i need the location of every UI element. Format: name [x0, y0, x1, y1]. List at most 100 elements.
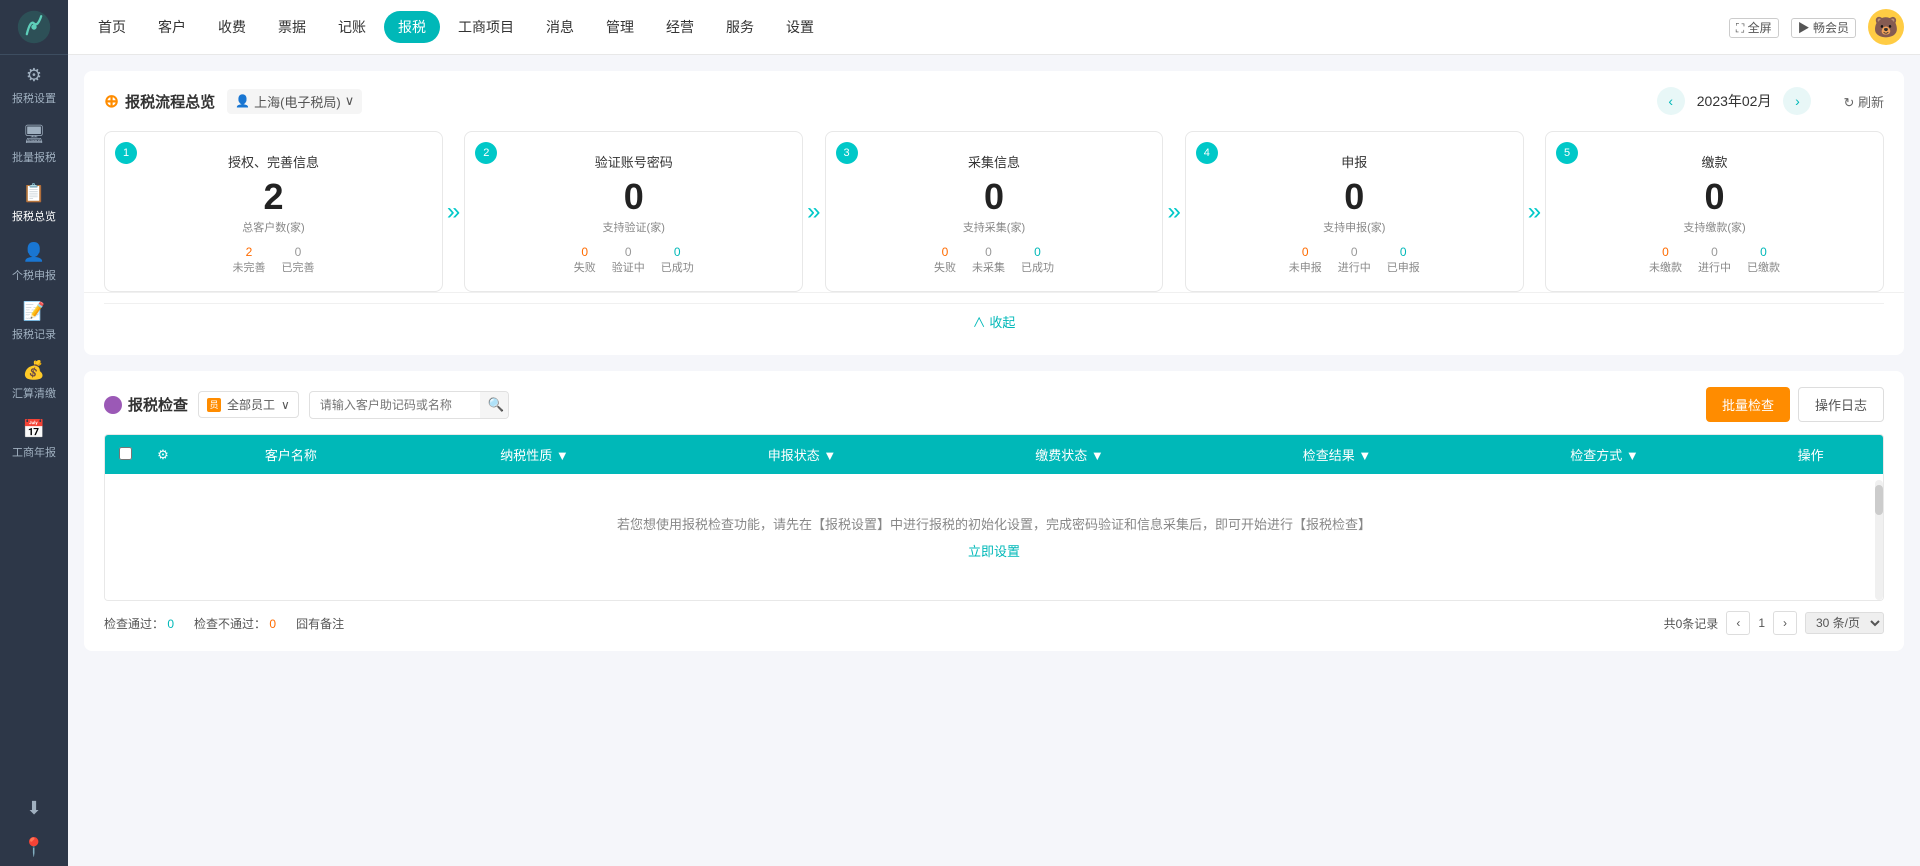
select-all-checkbox[interactable] [119, 447, 132, 460]
tax-check-card: 报税检查 员 全部员工 ∨ 🔍 批量检查 操作日志 [84, 371, 1904, 651]
prev-page-btn[interactable]: ‹ [1726, 611, 1750, 635]
plus-icon: ⊕ [104, 91, 119, 112]
check-table: ⚙ 客户名称 纳税性质 ▼ 申报状态 ▼ 缴费状态 ▼ 检查结果 ▼ 检查方式 … [105, 435, 1883, 600]
filter-icon5[interactable]: ▼ [1626, 448, 1639, 463]
nav-item-customers[interactable]: 客户 [144, 11, 200, 43]
sidebar-item-batch-tax[interactable]: 🖥 批量报税 [8, 114, 60, 173]
nav-item-messages[interactable]: 消息 [532, 11, 588, 43]
fullscreen-btn[interactable]: ⛶ 全屏 [1729, 19, 1779, 36]
step-arrow-4: » [1524, 131, 1545, 292]
nav-item-bizproject[interactable]: 工商项目 [444, 11, 528, 43]
sidebar-logo [0, 0, 68, 55]
next-page-btn[interactable]: › [1773, 611, 1797, 635]
empty-state-cell: 若您想使用报税检查功能，请先在【报税设置】中进行报税的初始化设置，完成密码验证和… [105, 474, 1883, 600]
sidebar-label-tax-overview: 报税总览 [12, 208, 56, 224]
annual-report-icon: 📅 [23, 419, 45, 440]
flow-step-3: 3 采集信息 0 支持采集(家) 0 失败 0 未采集 0 已成功 [825, 131, 1164, 292]
step-big-num-4: 0 [1202, 179, 1507, 215]
step-stats-4: 0 未申报 0 进行中 0 已申报 [1202, 245, 1507, 275]
batch-tax-icon: 🖥 [23, 124, 46, 145]
stat-item[interactable]: 0 进行中 [1698, 245, 1731, 275]
nav-item-settings[interactable]: 设置 [772, 11, 828, 43]
member-btn[interactable]: ▶ 畅会员 [1791, 19, 1856, 36]
sidebar-item-location[interactable]: 📍 [0, 827, 68, 866]
stat-item[interactable]: 0 未缴款 [1649, 245, 1682, 275]
filter-icon4[interactable]: ▼ [1358, 448, 1371, 463]
step-number-3: 3 [836, 142, 858, 164]
arrow-right-icon: » [1167, 198, 1180, 226]
stat-item[interactable]: 0 已成功 [1021, 245, 1054, 275]
stat-item[interactable]: 0 已成功 [661, 245, 694, 275]
refresh-btn[interactable]: ↻ 刷新 [1843, 92, 1884, 111]
header-row: ⚙ 客户名称 纳税性质 ▼ 申报状态 ▼ 缴费状态 ▼ 检查结果 ▼ 检查方式 … [105, 435, 1883, 474]
location-selector[interactable]: 👤 上海(电子税局) ∨ [227, 89, 362, 114]
nav-items: 首页客户收费票据记账报税工商项目消息管理经营服务设置 [84, 11, 828, 43]
current-month: 2023年02月 [1697, 91, 1772, 111]
setup-link[interactable]: 立即设置 [125, 541, 1863, 560]
sidebar-label-personal-tax: 个税申报 [12, 267, 56, 283]
nav-item-operations[interactable]: 经营 [652, 11, 708, 43]
empty-state-row: 若您想使用报税检查功能，请先在【报税设置】中进行报税的初始化设置，完成密码验证和… [105, 474, 1883, 600]
sidebar-items: ⚙ 报税设置 🖥 批量报税 📋 报税总览 👤 个税申报 📝 报税记录 💰 汇算清… [8, 55, 60, 468]
employee-icon: 员 [207, 398, 221, 412]
stat-item[interactable]: 0 已缴款 [1747, 245, 1780, 275]
sidebar-item-annual-report[interactable]: 📅 工商年报 [8, 409, 60, 468]
step-sub-5: 支持缴款(家) [1562, 219, 1867, 235]
col-customer-name: 客户名称 [181, 435, 401, 474]
stat-item[interactable]: 0 已完善 [281, 245, 314, 275]
pagination: 共0条记录 ‹ 1 › 30 条/页 [1664, 611, 1884, 635]
nav-item-management[interactable]: 管理 [592, 11, 648, 43]
filter-icon2[interactable]: ▼ [823, 448, 836, 463]
sidebar-item-tax-records[interactable]: 📝 报税记录 [8, 291, 60, 350]
content-area: ⊕ 报税流程总览 👤 上海(电子税局) ∨ ‹ 2023年02月 › ↻ 刷新 [68, 55, 1920, 866]
sidebar-label-batch-tax: 批量报税 [12, 149, 56, 165]
flow-steps: 1 授权、完善信息 2 总客户数(家) 2 未完善 0 已完善 » 2 验证账号… [104, 131, 1884, 292]
step-big-num-3: 0 [842, 179, 1147, 215]
batch-check-button[interactable]: 批量检查 [1706, 387, 1790, 422]
per-page-select[interactable]: 30 条/页 [1805, 612, 1884, 634]
main-area: 首页客户收费票据记账报税工商项目消息管理经营服务设置 ⛶ 全屏 ▶ 畅会员 🐻 … [68, 0, 1920, 866]
sidebar-item-tax-overview[interactable]: 📋 报税总览 [8, 173, 60, 232]
step-title-5: 缴款 [1562, 152, 1867, 171]
stat-item[interactable]: 0 失败 [934, 245, 956, 275]
sidebar-label-annual-report: 工商年报 [12, 444, 56, 460]
step-sub-3: 支持采集(家) [842, 219, 1147, 235]
sidebar-label-tax-settings: 报税设置 [12, 90, 56, 106]
filter-chevron-icon: ∨ [281, 398, 290, 412]
table-header: ⚙ 客户名称 纳税性质 ▼ 申报状态 ▼ 缴费状态 ▼ 检查结果 ▼ 检查方式 … [105, 435, 1883, 474]
nav-right: ⛶ 全屏 ▶ 畅会员 🐻 [1729, 9, 1904, 45]
nav-item-fees[interactable]: 收费 [204, 11, 260, 43]
operation-log-button[interactable]: 操作日志 [1798, 387, 1884, 422]
step-big-num-1: 2 [121, 179, 426, 215]
stat-item[interactable]: 0 验证中 [612, 245, 645, 275]
sidebar-item-settlement[interactable]: 💰 汇算清缴 [8, 350, 60, 409]
stat-item[interactable]: 0 失败 [574, 245, 596, 275]
tax-overview-icon: 📋 [23, 183, 45, 204]
nav-item-invoices[interactable]: 票据 [264, 11, 320, 43]
chevron-up-icon: ∧ [973, 315, 986, 330]
nav-item-service[interactable]: 服务 [712, 11, 768, 43]
purple-dot-icon [104, 396, 122, 414]
nav-item-home[interactable]: 首页 [84, 11, 140, 43]
step-sub-4: 支持申报(家) [1202, 219, 1507, 235]
nav-item-tax[interactable]: 报税 [384, 11, 440, 43]
stat-item[interactable]: 2 未完善 [232, 245, 265, 275]
search-input[interactable] [310, 393, 480, 417]
location-icon: 📍 [23, 837, 45, 858]
stat-item[interactable]: 0 未采集 [972, 245, 1005, 275]
filter-icon[interactable]: ▼ [556, 448, 569, 463]
filter-icon3[interactable]: ▼ [1091, 448, 1104, 463]
stat-item[interactable]: 0 已申报 [1387, 245, 1420, 275]
stat-item[interactable]: 0 未申报 [1289, 245, 1322, 275]
flow-step-4: 4 申报 0 支持申报(家) 0 未申报 0 进行中 0 已申报 [1185, 131, 1524, 292]
search-button[interactable]: 🔍 [480, 392, 509, 418]
sidebar-item-download[interactable]: ⬇ [0, 788, 68, 827]
stat-item[interactable]: 0 进行中 [1338, 245, 1371, 275]
collapse-btn[interactable]: ∧ 收起 [104, 303, 1884, 339]
nav-item-accounting[interactable]: 记账 [324, 11, 380, 43]
next-month-btn[interactable]: › [1783, 87, 1811, 115]
sidebar-item-tax-settings[interactable]: ⚙ 报税设置 [8, 55, 60, 114]
prev-month-btn[interactable]: ‹ [1657, 87, 1685, 115]
employee-filter[interactable]: 员 全部员工 ∨ [198, 391, 299, 418]
sidebar-item-personal-tax[interactable]: 👤 个税申报 [8, 232, 60, 291]
